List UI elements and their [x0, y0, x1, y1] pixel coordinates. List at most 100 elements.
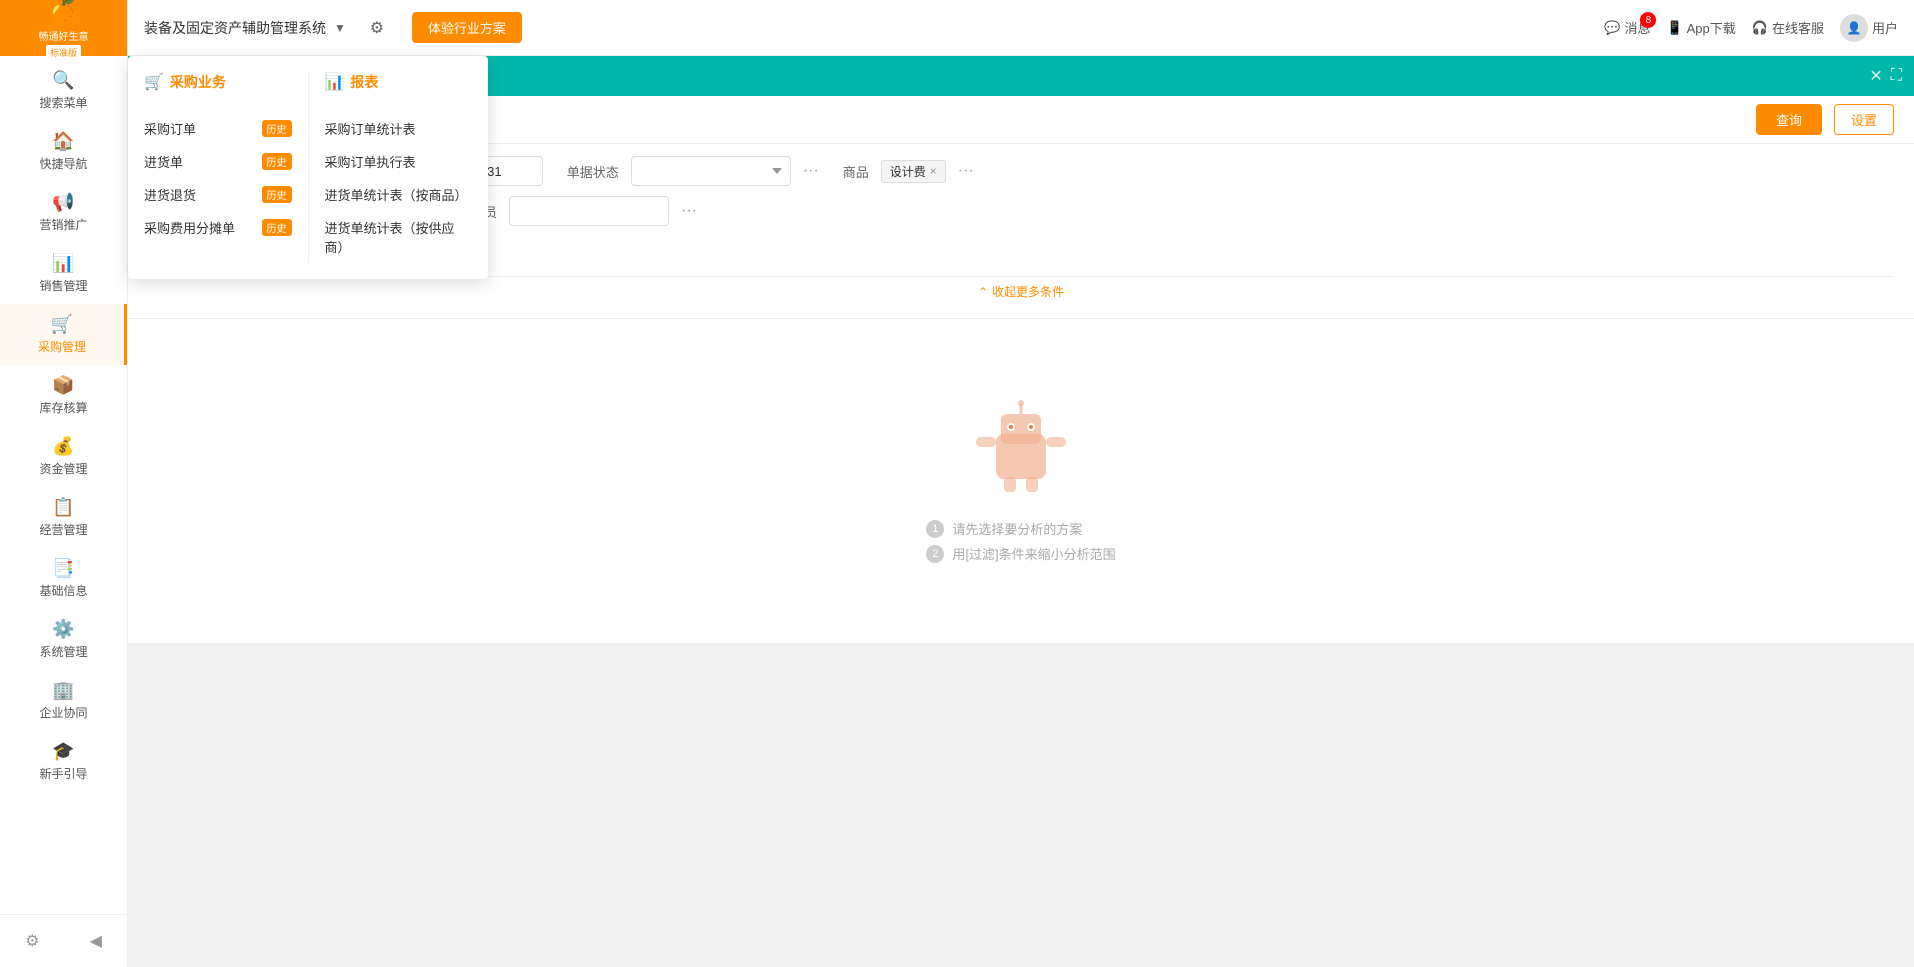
sidebar-item-basic-info[interactable]: 📑 基础信息: [0, 548, 127, 609]
header-settings-icon[interactable]: ⚙: [362, 13, 392, 43]
sidebar-label-finance: 资金管理: [39, 460, 87, 477]
sidebar-item-search[interactable]: 🔍 搜索菜单: [0, 60, 127, 121]
tab-bar-right: ✕ ⛶: [1857, 56, 1914, 96]
app-label: App下载: [1687, 18, 1736, 37]
enterprise-icon: 🏢: [52, 680, 74, 701]
system-name: 装备及固定资产辅助管理系统 ▼ ⚙ 体验行业方案: [144, 12, 1604, 43]
stock-in-by-product-item[interactable]: 进货单统计表（按商品）: [325, 178, 473, 211]
message-icon: 💬: [1604, 20, 1620, 36]
purchase-col-header: 🛒 采购业务: [144, 72, 292, 100]
sidebar-settings-btn[interactable]: ⚙: [17, 927, 47, 955]
sidebar-item-system[interactable]: ⚙️ 系统管理: [0, 609, 127, 670]
stock-in-label: 进货单: [144, 152, 183, 171]
operation-icon: 📋: [52, 497, 74, 518]
sidebar: 🍊 畅通好生意 标准版 🔍 搜索菜单 🏠 快捷导航 📢 营销推广 📊 销售管理 …: [0, 0, 128, 967]
marketing-icon: 📢: [52, 192, 74, 213]
report-col-title: 报表: [350, 72, 378, 92]
salesperson-input[interactable]: [509, 196, 669, 226]
hint-1-text: 请先选择要分析的方案: [952, 519, 1082, 538]
user-btn[interactable]: 👤 用户: [1840, 14, 1898, 42]
query-btn[interactable]: 查询: [1756, 104, 1822, 135]
sidebar-item-purchase[interactable]: 🛒 采购管理: [0, 304, 127, 365]
message-btn[interactable]: 💬 消息 8: [1604, 18, 1650, 37]
purchase-expense-item[interactable]: 采购费用分摊单 历史: [144, 211, 292, 244]
search-icon: 🔍: [52, 70, 74, 91]
sidebar-item-guide[interactable]: 🎓 新手引导: [0, 731, 127, 792]
message-badge: 8: [1640, 12, 1656, 28]
empty-hint-1: 1 请先选择要分析的方案: [926, 519, 1082, 538]
stock-return-item[interactable]: 进货退货 历史: [144, 178, 292, 211]
doc-status-select[interactable]: [631, 156, 791, 186]
sidebar-item-inventory[interactable]: 📦 库存核算: [0, 365, 127, 426]
sidebar-label-purchase: 采购管理: [38, 338, 86, 355]
sidebar-collapse-btn[interactable]: ◀: [82, 927, 110, 955]
collapse-label: 收起更多条件: [992, 283, 1064, 300]
system-icon: ⚙️: [52, 619, 74, 640]
salesperson-dots: ···: [681, 202, 697, 220]
app-download-btn[interactable]: 📱 App下载: [1666, 18, 1735, 37]
sidebar-item-quick-nav[interactable]: 🏠 快捷导航: [0, 121, 127, 182]
user-label: 用户: [1872, 18, 1898, 37]
purchase-order-item[interactable]: 采购订单 历史: [144, 112, 292, 145]
stock-in-item[interactable]: 进货单 历史: [144, 145, 292, 178]
product-tag: 设计费 ×: [881, 160, 946, 183]
logo-icon: 🍊: [49, 0, 79, 26]
empty-hint-2: 2 用[过滤]条件来缩小分析范围: [926, 544, 1115, 563]
sidebar-item-enterprise[interactable]: 🏢 企业协同: [0, 670, 127, 731]
sidebar-item-finance[interactable]: 💰 资金管理: [0, 426, 127, 487]
home-icon: 🏠: [52, 131, 74, 152]
product-dots: ···: [958, 162, 974, 180]
system-name-text: 装备及固定资产辅助管理系统: [144, 18, 326, 38]
sidebar-label-basic-info: 基础信息: [39, 582, 87, 599]
settings-btn[interactable]: 设置: [1834, 104, 1894, 135]
sidebar-item-operation[interactable]: 📋 经营管理: [0, 487, 127, 548]
empty-state: 1 请先选择要分析的方案 2 用[过滤]条件来缩小分析范围: [128, 319, 1914, 643]
stock-in-history: 历史: [262, 153, 292, 170]
stock-return-history: 历史: [262, 186, 292, 203]
report-col: 📊 报表 采购订单统计表 采购订单执行表 进货单统计表（按商品） 进货单统计表（…: [308, 72, 489, 263]
sidebar-bottom: ⚙ ◀: [0, 914, 127, 967]
sidebar-label-guide: 新手引导: [39, 765, 87, 782]
product-tag-text: 设计费: [890, 163, 926, 180]
sidebar-label-operation: 经营管理: [39, 521, 87, 538]
service-btn[interactable]: 🎧 在线客服: [1752, 18, 1824, 37]
empty-hints: 1 请先选择要分析的方案 2 用[过滤]条件来缩小分析范围: [926, 519, 1115, 563]
sidebar-logo: 🍊 畅通好生意 标准版: [0, 0, 127, 56]
system-dropdown-btn[interactable]: ▼: [334, 21, 346, 35]
tab-fullscreen-btn[interactable]: ⛶: [1891, 67, 1902, 85]
stock-in-by-supplier-item[interactable]: 进货单统计表（按供应商）: [325, 211, 473, 263]
avatar: 👤: [1840, 14, 1868, 42]
sidebar-item-sales[interactable]: 📊 销售管理: [0, 243, 127, 304]
header-bar: 装备及固定资产辅助管理系统 ▼ ⚙ 体验行业方案 💬 消息 8 📱 App下载 …: [128, 0, 1914, 56]
po-stats-item[interactable]: 采购订单统计表: [325, 112, 473, 145]
guide-icon: 🎓: [52, 741, 74, 762]
sidebar-label-search: 搜索菜单: [39, 94, 87, 111]
purchase-expense-label: 采购费用分摊单: [144, 218, 235, 237]
po-stats-label: 采购订单统计表: [325, 119, 416, 138]
stock-in-by-supplier-label: 进货单统计表（按供应商）: [325, 218, 473, 256]
tab-close-all-btn[interactable]: ✕: [1869, 66, 1882, 86]
sidebar-label-sales: 销售管理: [39, 277, 87, 294]
collapse-icon: ⌃: [978, 285, 988, 299]
hint-2-text: 用[过滤]条件来缩小分析范围: [952, 544, 1115, 563]
sidebar-nav: 🔍 搜索菜单 🏠 快捷导航 📢 营销推广 📊 销售管理 🛒 采购管理 📦 库存核…: [0, 56, 127, 914]
service-label: 在线客服: [1772, 18, 1824, 37]
po-exec-item[interactable]: 采购订单执行表: [325, 145, 473, 178]
sidebar-label-system: 系统管理: [39, 643, 87, 660]
empty-illustration: [971, 399, 1071, 499]
service-icon: 🎧: [1752, 20, 1768, 36]
industry-btn[interactable]: 体验行业方案: [412, 12, 522, 43]
product-tag-close[interactable]: ×: [930, 164, 937, 178]
collapse-btn[interactable]: ⌃ 收起更多条件: [148, 276, 1894, 306]
report-col-icon: 📊: [325, 72, 345, 92]
header-right: 💬 消息 8 📱 App下载 🎧 在线客服 👤 用户: [1604, 14, 1898, 42]
stock-in-by-product-label: 进货单统计表（按商品）: [325, 185, 468, 204]
purchase-icon: 🛒: [51, 314, 73, 335]
sidebar-item-marketing[interactable]: 📢 营销推广: [0, 182, 127, 243]
purchase-col-title: 采购业务: [170, 72, 226, 92]
po-exec-label: 采购订单执行表: [325, 152, 416, 171]
finance-icon: 💰: [52, 436, 74, 457]
doc-status-label: 单据状态: [567, 162, 619, 181]
hint-1-icon: 1: [926, 520, 944, 538]
sidebar-label-quick-nav: 快捷导航: [39, 155, 87, 172]
